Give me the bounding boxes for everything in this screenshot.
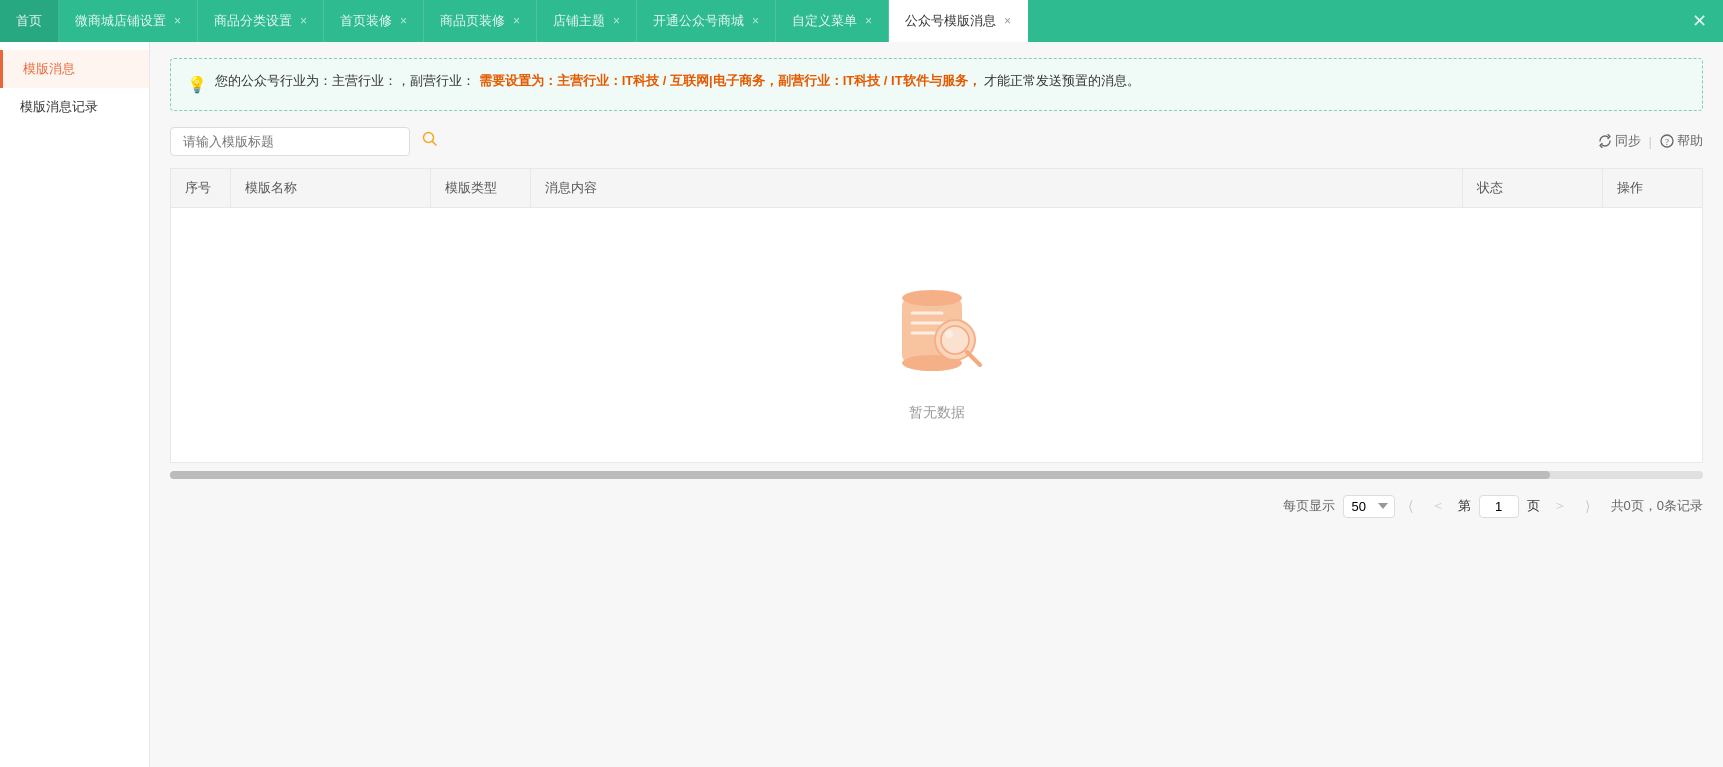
- notice-box: 💡 您的公众号行业为：主营行业：，副营行业： 需要设置为：主营行业：IT科技 /…: [170, 58, 1703, 111]
- data-table: 序号 模版名称 模版类型 消息内容 状态 操作: [170, 168, 1703, 463]
- per-page-label: 每页显示: [1283, 497, 1335, 515]
- search-input[interactable]: [170, 127, 410, 156]
- close-homepage-decor[interactable]: ×: [400, 14, 407, 28]
- prev-page-button[interactable]: ＜: [1426, 495, 1450, 517]
- nav-tab-home[interactable]: 首页: [0, 0, 59, 42]
- col-header-status: 状态: [1463, 168, 1603, 207]
- notice-icon: 💡: [187, 72, 207, 98]
- scrollbar-thumb[interactable]: [170, 471, 1550, 479]
- svg-point-12: [941, 326, 969, 354]
- per-page-select[interactable]: 50 10 20 100: [1343, 495, 1395, 518]
- search-divider: |: [1649, 134, 1652, 149]
- svg-point-14: [945, 330, 953, 338]
- search-right: 同步 | ? 帮助: [1598, 132, 1703, 150]
- main-layout: 模版消息 模版消息记录 💡 您的公众号行业为：主营行业：，副营行业： 需要设置为…: [0, 42, 1723, 767]
- close-template-msg[interactable]: ×: [1004, 14, 1011, 28]
- close-shop-settings[interactable]: ×: [174, 14, 181, 28]
- nav-tab-category-settings[interactable]: 商品分类设置 ×: [198, 0, 324, 42]
- nav-tab-shop-settings[interactable]: 微商城店铺设置 ×: [59, 0, 198, 42]
- page-unit: 页: [1527, 497, 1540, 515]
- horizontal-scrollbar[interactable]: [170, 471, 1703, 479]
- svg-text:?: ?: [1665, 137, 1669, 147]
- pagination: 每页显示 50 10 20 100 ⟨ ＜ 第 页 ＞ ⟩ 共0页，0条记录: [170, 487, 1703, 522]
- svg-point-6: [902, 290, 962, 306]
- col-header-action: 操作: [1603, 168, 1703, 207]
- search-bar: 同步 | ? 帮助: [170, 127, 1703, 156]
- col-header-index: 序号: [171, 168, 231, 207]
- nav-tab-custom-menu[interactable]: 自定义菜单 ×: [776, 0, 889, 42]
- sync-button[interactable]: 同步: [1598, 132, 1641, 150]
- col-header-name: 模版名称: [231, 168, 431, 207]
- sidebar-item-template-msg[interactable]: 模版消息: [0, 50, 149, 88]
- empty-illustration: [877, 268, 997, 388]
- close-open-mall[interactable]: ×: [752, 14, 759, 28]
- content-area: 💡 您的公众号行业为：主营行业：，副营行业： 需要设置为：主营行业：IT科技 /…: [150, 42, 1723, 767]
- nav-tab-homepage-decor[interactable]: 首页装修 ×: [324, 0, 424, 42]
- sync-icon: [1598, 134, 1612, 148]
- close-custom-menu[interactable]: ×: [865, 14, 872, 28]
- sidebar-item-template-msg-log[interactable]: 模版消息记录: [0, 88, 149, 126]
- search-icon: [422, 131, 438, 147]
- col-header-content: 消息内容: [531, 168, 1463, 207]
- close-all-tabs[interactable]: ✕: [1676, 10, 1723, 32]
- top-nav: 首页 微商城店铺设置 × 商品分类设置 × 首页装修 × 商品页装修 × 店铺主…: [0, 0, 1723, 42]
- close-shop-theme[interactable]: ×: [613, 14, 620, 28]
- nav-tab-open-mall[interactable]: 开通公众号商城 ×: [637, 0, 776, 42]
- nav-tab-product-decor[interactable]: 商品页装修 ×: [424, 0, 537, 42]
- table-header-row: 序号 模版名称 模版类型 消息内容 状态 操作: [171, 168, 1703, 207]
- help-button[interactable]: ? 帮助: [1660, 132, 1703, 150]
- page-label: 第: [1458, 497, 1471, 515]
- svg-line-1: [433, 142, 437, 146]
- close-product-decor[interactable]: ×: [513, 14, 520, 28]
- search-left: [170, 127, 442, 156]
- empty-text: 暂无数据: [171, 404, 1702, 422]
- nav-tab-shop-theme[interactable]: 店铺主题 ×: [537, 0, 637, 42]
- search-button[interactable]: [418, 127, 442, 155]
- empty-state: 暂无数据: [171, 208, 1702, 462]
- svg-line-13: [967, 352, 980, 365]
- last-page-button[interactable]: ⟩: [1580, 496, 1595, 516]
- first-page-button[interactable]: ⟨: [1403, 496, 1418, 516]
- help-icon: ?: [1660, 134, 1674, 148]
- notice-text: 您的公众号行业为：主营行业：，副营行业： 需要设置为：主营行业：IT科技 / 互…: [215, 71, 1686, 92]
- page-input[interactable]: [1479, 495, 1519, 518]
- sidebar: 模版消息 模版消息记录: [0, 42, 150, 767]
- col-header-type: 模版类型: [431, 168, 531, 207]
- table-empty-row: 暂无数据: [171, 207, 1703, 462]
- close-category-settings[interactable]: ×: [300, 14, 307, 28]
- next-page-button[interactable]: ＞: [1548, 495, 1572, 517]
- nav-tab-template-msg[interactable]: 公众号模版消息 ×: [889, 0, 1028, 42]
- total-info: 共0页，0条记录: [1611, 497, 1703, 515]
